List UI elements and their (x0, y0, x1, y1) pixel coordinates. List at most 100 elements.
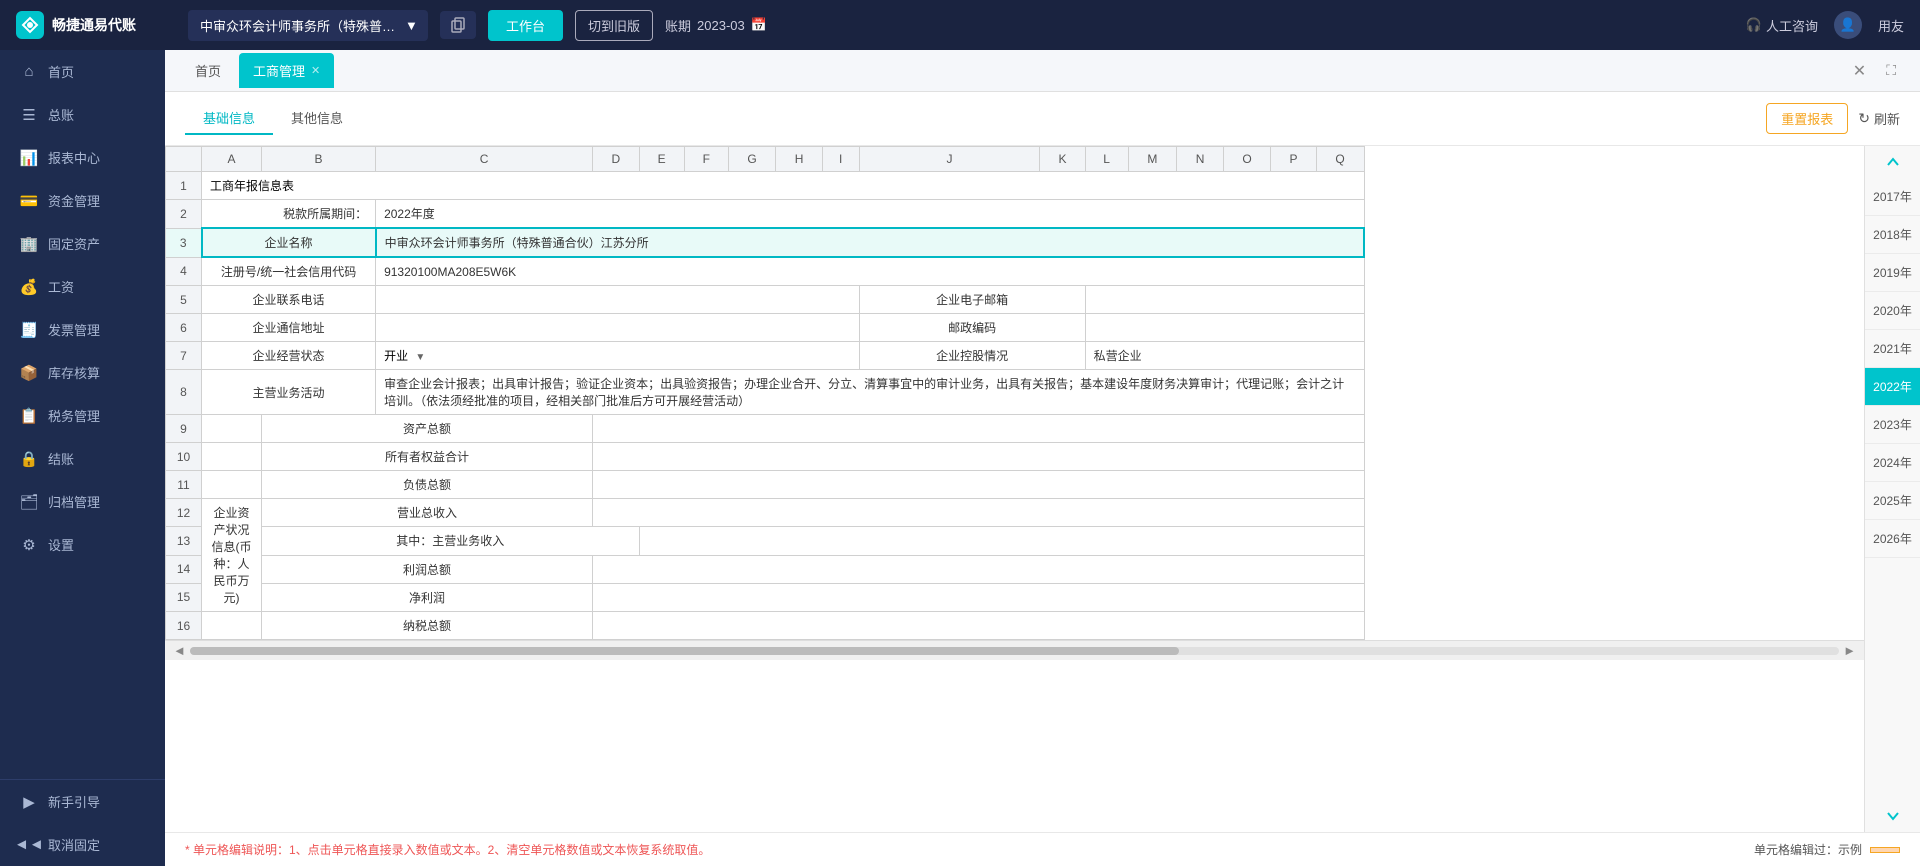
main-layout: ⌂ 首页 ☰ 总账 📊 报表中心 💳 资金管理 🏢 固定资产 💰 工资 (0, 50, 1920, 866)
sidebar-item-finance[interactable]: 💳 资金管理 (0, 179, 165, 222)
sidebar-item-archive[interactable]: 🗂 归档管理 (0, 480, 165, 523)
sidebar-item-home[interactable]: ⌂ 首页 (0, 50, 165, 93)
col-d[interactable]: D (593, 147, 639, 172)
tab-home[interactable]: 首页 (181, 53, 235, 88)
col-b[interactable]: B (262, 147, 376, 172)
cell-zipcode-value[interactable] (1085, 314, 1364, 342)
year-item-2018[interactable]: 2018年 (1865, 216, 1920, 254)
year-item-2019[interactable]: 2019年 (1865, 254, 1920, 292)
year-nav-up[interactable] (1865, 146, 1920, 178)
year-item-2026[interactable]: 2026年 (1865, 520, 1920, 558)
scroll-left-btn[interactable]: ◄ (169, 643, 190, 658)
scroll-right-btn[interactable]: ► (1839, 643, 1860, 658)
cell-empty (202, 415, 262, 443)
user-area: 🎧 人工咨询 👤 用友 (1746, 11, 1904, 39)
reset-report-button[interactable]: 重置报表 (1766, 103, 1848, 134)
col-q[interactable]: Q (1316, 147, 1364, 172)
col-c[interactable]: C (376, 147, 593, 172)
col-j[interactable]: J (859, 147, 1040, 172)
hscroll-thumb[interactable] (190, 647, 1180, 655)
cell-total-assets-label: 资产总额 (262, 415, 593, 443)
tab-business[interactable]: 工商管理 ✕ (239, 53, 334, 88)
cell-address-value[interactable] (376, 314, 860, 342)
col-l[interactable]: L (1085, 147, 1128, 172)
bottom-bar: * 单元格编辑说明：1、点击单元格直接录入数值或文本。2、清空单元格数值或文本恢… (165, 832, 1920, 866)
col-g[interactable]: G (728, 147, 776, 172)
cell-ownership-value[interactable]: 私营企业 (1085, 342, 1364, 370)
year-item-2025[interactable]: 2025年 (1865, 482, 1920, 520)
maximize-btn[interactable]: ⛶ (1878, 62, 1904, 79)
col-f[interactable]: F (684, 147, 728, 172)
sheet-main[interactable]: A B C D E F G H I J K L M (165, 146, 1864, 832)
cell-tax-total-value[interactable] (593, 612, 1364, 640)
cell-status-value[interactable]: 开业 ▼ (376, 342, 860, 370)
year-item-2017[interactable]: 2017年 (1865, 178, 1920, 216)
sidebar-item-newbie[interactable]: ▶ 新手引导 (0, 780, 165, 823)
sub-tab-basic[interactable]: 基础信息 (185, 102, 273, 135)
cell-business-value[interactable]: 审查企业会计报表；出具审计报告；验证企业资本；出具验资报告；办理企业合开、分立、… (376, 370, 1364, 415)
old-version-button[interactable]: 切到旧版 (575, 10, 653, 41)
col-n[interactable]: N (1177, 147, 1223, 172)
sidebar-item-label: 报表中心 (48, 148, 100, 167)
cell-main-revenue-value[interactable] (639, 527, 1364, 555)
cell-phone-value[interactable] (376, 286, 860, 314)
cell-total-assets-value[interactable] (593, 415, 1364, 443)
asset-icon: 🏢 (20, 235, 38, 253)
cell-email-value[interactable] (1085, 286, 1364, 314)
cell-revenue-value[interactable] (593, 499, 1364, 527)
cell-business-label: 主营业务活动 (202, 370, 376, 415)
sidebar-item-report[interactable]: 📊 报表中心 (0, 136, 165, 179)
close-window-btn[interactable]: ✕ (1845, 61, 1874, 81)
sidebar-item-inventory[interactable]: 📦 库存核算 (0, 351, 165, 394)
sidebar-item-close[interactable]: 🔒 结账 (0, 437, 165, 480)
cell-regcode-value[interactable]: 91320100MA208E5W6K (376, 257, 1364, 286)
sidebar-item-ledger[interactable]: ☰ 总账 (0, 93, 165, 136)
sidebar-item-label: 归档管理 (48, 492, 100, 511)
refresh-button[interactable]: ↻ 刷新 (1858, 109, 1900, 128)
sidebar-item-salary[interactable]: 💰 工资 (0, 265, 165, 308)
cell-debt-value[interactable] (593, 471, 1364, 499)
period-area: 账期 2023-03 📅 (665, 16, 767, 35)
cell-period-value[interactable]: 2022年度 (376, 200, 1364, 229)
cell-profit-value[interactable] (593, 555, 1364, 583)
sub-tab-other[interactable]: 其他信息 (273, 102, 361, 135)
table-row: 11 负债总额 (166, 471, 1365, 499)
col-h[interactable]: H (776, 147, 822, 172)
sidebar-item-tax[interactable]: 📋 税务管理 (0, 394, 165, 437)
col-m[interactable]: M (1128, 147, 1177, 172)
row-num: 16 (166, 612, 202, 640)
col-a[interactable]: A (202, 147, 262, 172)
col-p[interactable]: P (1271, 147, 1316, 172)
consult-button[interactable]: 🎧 人工咨询 (1746, 16, 1818, 35)
workbench-button[interactable]: 工作台 (488, 10, 563, 41)
sidebar-bottom: ▶ 新手引导 ◄◄ 取消固定 (0, 779, 165, 866)
year-item-2020[interactable]: 2020年 (1865, 292, 1920, 330)
cell-company-value[interactable]: 中审众环会计师事务所（特殊普通合伙）江苏分所 (376, 228, 1364, 257)
company-selector[interactable]: 中审众环会计师事务所（特殊普通合伙… ▼ (188, 10, 428, 41)
hscroll-track[interactable] (190, 647, 1839, 655)
year-item-2023[interactable]: 2023年 (1865, 406, 1920, 444)
year-item-2021[interactable]: 2021年 (1865, 330, 1920, 368)
sidebar-item-invoice[interactable]: 🧾 发票管理 (0, 308, 165, 351)
col-e[interactable]: E (639, 147, 684, 172)
sidebar-item-settings[interactable]: ⚙ 设置 (0, 523, 165, 566)
year-item-2024[interactable]: 2024年 (1865, 444, 1920, 482)
tab-close-icon[interactable]: ✕ (311, 64, 320, 77)
refresh-icon: ↻ (1858, 110, 1870, 127)
year-item-2022[interactable]: 2022年 (1865, 368, 1920, 406)
user-label: 用友 (1878, 16, 1904, 35)
sidebar-item-label: 资金管理 (48, 191, 100, 210)
tax-icon: 📋 (20, 407, 38, 425)
cell-equity-value[interactable] (593, 443, 1364, 471)
sidebar-item-unpin[interactable]: ◄◄ 取消固定 (0, 823, 165, 866)
year-nav-down[interactable] (1865, 800, 1920, 832)
sidebar-item-asset[interactable]: 🏢 固定资产 (0, 222, 165, 265)
cell-main-revenue-label: 其中：主营业务收入 (262, 527, 640, 555)
col-k[interactable]: K (1040, 147, 1085, 172)
copy-icon-btn[interactable] (440, 11, 476, 39)
cell-net-profit-value[interactable] (593, 583, 1364, 611)
row-num: 11 (166, 471, 202, 499)
col-o[interactable]: O (1223, 147, 1271, 172)
calendar-icon[interactable]: 📅 (751, 17, 767, 33)
col-i[interactable]: I (822, 147, 859, 172)
